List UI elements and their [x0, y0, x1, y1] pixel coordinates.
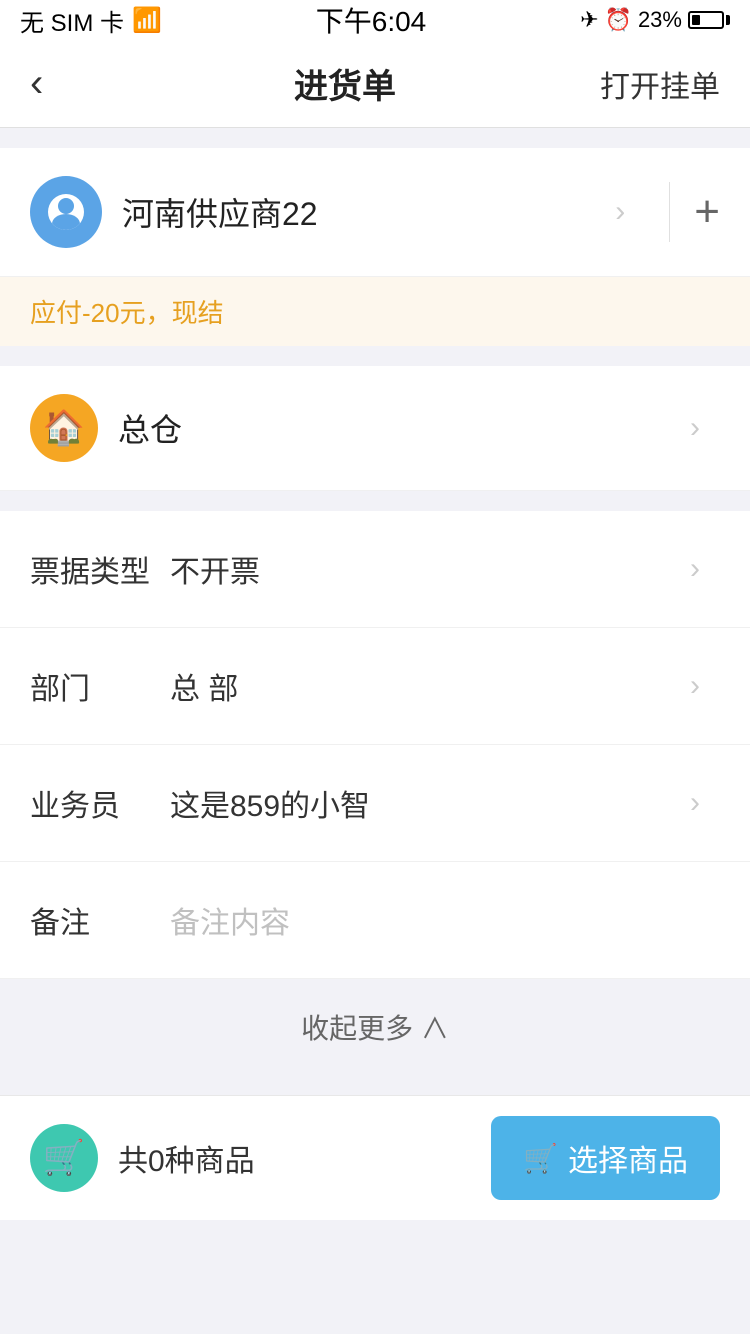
salesperson-chevron: › [690, 786, 700, 820]
section-gap-3 [0, 491, 750, 511]
invoice-type-value: 不开票 [170, 547, 690, 591]
warehouse-card: 🏠 总仓 › [0, 366, 750, 491]
notice-text: 应付-20元，现结 [30, 298, 224, 328]
salesperson-value: 这是859的小智 [170, 781, 690, 825]
department-chevron: › [690, 669, 700, 703]
invoice-type-chevron: › [690, 552, 700, 586]
salesperson-row[interactable]: 业务员 这是859的小智 › [0, 745, 750, 862]
warehouse-icon: 🏠 [43, 408, 85, 448]
carrier-label: 无 SIM 卡 [20, 3, 124, 38]
section-gap-4 [0, 1075, 750, 1095]
avatar [30, 176, 102, 248]
remark-placeholder: 备注内容 [170, 898, 720, 942]
section-gap-2 [0, 346, 750, 366]
battery-icon [688, 11, 730, 29]
department-row[interactable]: 部门 总 部 › [0, 628, 750, 745]
invoice-type-label: 票据类型 [30, 547, 170, 591]
status-time: 下午6:04 [316, 0, 427, 40]
vertical-divider [669, 182, 670, 242]
collapse-label: 收起更多 ∧ [301, 1007, 449, 1047]
supplier-card: 河南供应商22 › + 应付-20元，现结 [0, 148, 750, 346]
add-supplier-button[interactable]: + [694, 190, 720, 234]
location-icon: ✈ [580, 7, 598, 33]
battery-percent: 23% [638, 7, 682, 33]
product-bar: 🛒 共0种商品 🛒 选择商品 [0, 1095, 750, 1220]
back-button[interactable]: ‹ [30, 61, 90, 106]
product-icon-wrap: 🛒 [30, 1124, 98, 1192]
department-label: 部门 [30, 664, 170, 708]
wifi-icon: 📶 [132, 6, 162, 35]
warehouse-name: 总仓 [118, 405, 690, 451]
warehouse-row[interactable]: 🏠 总仓 › [0, 366, 750, 491]
department-value: 总 部 [170, 664, 690, 708]
select-product-icon: 🛒 [523, 1142, 558, 1175]
remark-row[interactable]: 备注 备注内容 [0, 862, 750, 979]
cart-icon: 🛒 [43, 1138, 85, 1178]
supplier-row[interactable]: 河南供应商22 › + [0, 148, 750, 277]
select-product-button[interactable]: 🛒 选择商品 [491, 1116, 720, 1200]
page-wrapper: 无 SIM 卡 📶 下午6:04 ✈ ⏰ 23% ‹ 进货单 打开挂单 河南供应… [0, 0, 750, 1334]
status-bar-right: ✈ ⏰ 23% [580, 7, 730, 33]
chevron-right-icon: › [615, 195, 625, 229]
supplier-name: 河南供应商22 [122, 189, 615, 235]
alarm-icon: ⏰ [605, 7, 632, 33]
select-product-label: 选择商品 [568, 1136, 688, 1180]
product-count: 共0种商品 [118, 1136, 491, 1180]
page-title: 进货单 [294, 59, 396, 108]
status-bar: 无 SIM 卡 📶 下午6:04 ✈ ⏰ 23% [0, 0, 750, 40]
invoice-type-row[interactable]: 票据类型 不开票 › [0, 511, 750, 628]
section-gap-1 [0, 128, 750, 148]
bottom-filler [0, 1220, 750, 1334]
nav-bar: ‹ 进货单 打开挂单 [0, 40, 750, 128]
warehouse-chevron-icon: › [690, 411, 700, 445]
collapse-button[interactable]: 收起更多 ∧ [0, 979, 750, 1075]
open-pending-button[interactable]: 打开挂单 [600, 62, 720, 106]
warehouse-icon-wrap: 🏠 [30, 394, 98, 462]
salesperson-label: 业务员 [30, 781, 170, 825]
status-bar-left: 无 SIM 卡 📶 [20, 3, 162, 38]
form-card: 票据类型 不开票 › 部门 总 部 › 业务员 这是859的小智 › 备注 备注… [0, 511, 750, 979]
avatar-person-icon [48, 194, 84, 230]
remark-label: 备注 [30, 898, 170, 942]
notice-bar: 应付-20元，现结 [0, 277, 750, 346]
